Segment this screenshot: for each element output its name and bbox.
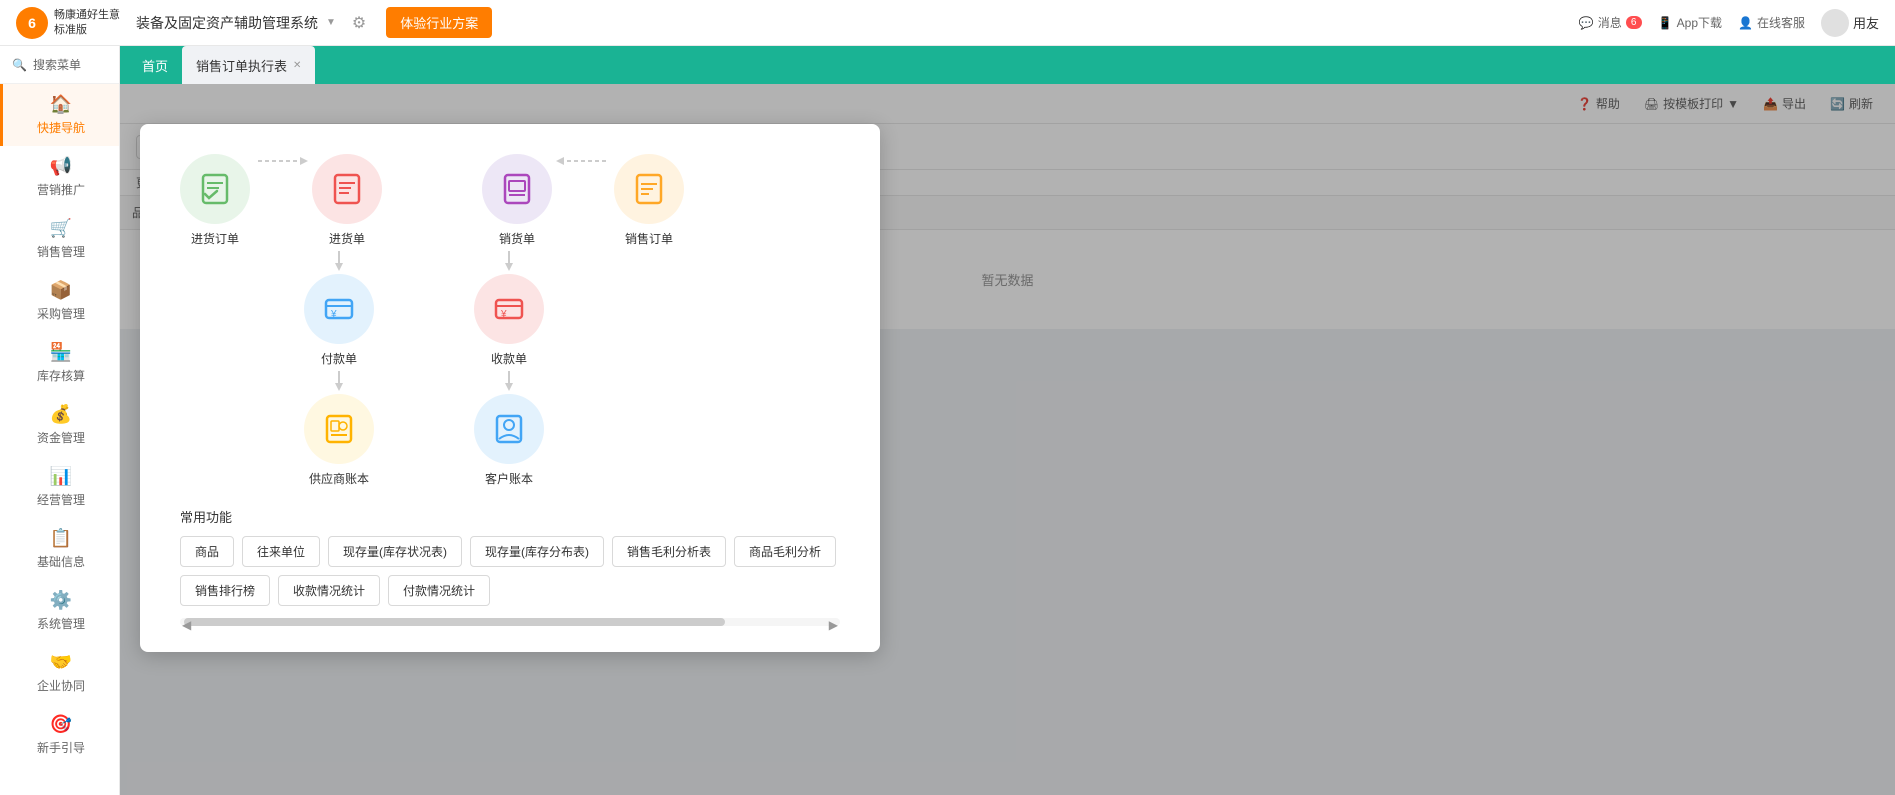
sidebar-item-inventory[interactable]: 🏪 库存核算 xyxy=(0,332,119,394)
inventory-icon: 🏪 xyxy=(50,342,72,363)
user-menu[interactable]: 用友 xyxy=(1821,9,1879,37)
sidebar-item-purchase[interactable]: 📦 采购管理 xyxy=(0,270,119,332)
dropdown-arrow-icon[interactable]: ▼ xyxy=(326,17,336,28)
sales-order-label: 销售订单 xyxy=(625,230,673,247)
sidebar-item-finance[interactable]: 💰 资金管理 xyxy=(0,394,119,456)
sidebar-item-basic-info[interactable]: 📋 基础信息 xyxy=(0,518,119,580)
messages-badge: 6 xyxy=(1626,16,1642,29)
func-btn-partners[interactable]: 往来单位 xyxy=(242,536,320,567)
phone-icon: 📱 xyxy=(1658,16,1673,30)
purchase-order-icon xyxy=(180,154,250,224)
marketing-icon: 📢 xyxy=(50,156,72,177)
scroll-left-icon[interactable]: ◀ xyxy=(182,618,191,632)
purchase-receipt-label: 进货单 xyxy=(329,230,365,247)
sidebar-item-quick-nav[interactable]: 🏠 快捷导航 xyxy=(0,84,119,146)
home-icon: 🏠 xyxy=(50,94,72,115)
system-icon: ⚙️ xyxy=(50,590,72,611)
sidebar-item-enterprise[interactable]: 🤝 企业协同 xyxy=(0,642,119,704)
common-functions: 常用功能 商品 往来单位 现存量(库存状况表) 现存量(库存分布表) 销售毛利分… xyxy=(180,507,840,606)
flow-node-receipt[interactable]: ¥ 收款单 xyxy=(474,274,544,367)
common-functions-title: 常用功能 xyxy=(180,507,840,526)
content-area: 首页 销售订单执行表 ✕ ❓ 帮助 🖨 按模板打印 ▼ xyxy=(120,46,1895,795)
operations-icon: 📊 xyxy=(50,466,72,487)
func-btn-sales-rank[interactable]: 销售排行榜 xyxy=(180,575,270,606)
modal-box: 进货订单 进货单 xyxy=(140,124,880,652)
func-btn-payment-stats[interactable]: 付款情况统计 xyxy=(388,575,490,606)
online-service-button[interactable]: 👤 在线客服 xyxy=(1738,14,1805,31)
sidebar-item-newbie[interactable]: 🎯 新手引导 xyxy=(0,704,119,766)
flow-node-purchase-order[interactable]: 进货订单 xyxy=(180,154,250,247)
flow-section: 进货订单 进货单 xyxy=(180,154,840,487)
newbie-icon: 🎯 xyxy=(50,714,72,735)
receipt-icon: ¥ xyxy=(474,274,544,344)
func-row-2: 销售排行榜 收款情况统计 付款情况统计 xyxy=(180,575,840,606)
receipt-label: 收款单 xyxy=(491,350,527,367)
payment-icon: ¥ xyxy=(304,274,374,344)
customer-ledger-label: 客户账本 xyxy=(485,470,533,487)
supplier-ledger-label: 供应商账本 xyxy=(309,470,369,487)
sidebar-item-marketing[interactable]: 📢 营销推广 xyxy=(0,146,119,208)
settings-icon[interactable]: ⚙ xyxy=(352,13,366,33)
message-icon: 💬 xyxy=(1579,16,1594,30)
func-btn-goods[interactable]: 商品 xyxy=(180,536,234,567)
system-title: 装备及固定资产辅助管理系统 xyxy=(136,13,318,33)
payment-label: 付款单 xyxy=(321,350,357,367)
svg-text:¥: ¥ xyxy=(500,309,507,320)
messages-button[interactable]: 💬 消息 6 xyxy=(1579,14,1642,31)
search-icon: 🔍 xyxy=(12,58,27,72)
avatar xyxy=(1821,9,1849,37)
user-name: 用友 xyxy=(1853,13,1879,32)
customer-ledger-icon xyxy=(474,394,544,464)
sales-icon: 🛒 xyxy=(50,218,72,239)
enterprise-icon: 🤝 xyxy=(50,652,72,673)
logo-text: 畅康通好生意 标准版 xyxy=(54,8,120,37)
func-btn-stock-status[interactable]: 现存量(库存状况表) xyxy=(328,536,462,567)
flow-node-purchase-receipt[interactable]: 进货单 xyxy=(312,154,382,247)
sidebar-item-system[interactable]: ⚙️ 系统管理 xyxy=(0,580,119,642)
svg-text:¥: ¥ xyxy=(330,309,337,320)
sidebar-item-operations[interactable]: 📊 经营管理 xyxy=(0,456,119,518)
sidebar: 🔍 搜索菜单 🏠 快捷导航 📢 营销推广 🛒 销售管理 📦 采购管理 🏪 库存核… xyxy=(0,46,120,795)
flow-node-customer-ledger[interactable]: 客户账本 xyxy=(474,394,544,487)
purchase-icon: 📦 xyxy=(50,280,72,301)
tab-close-icon[interactable]: ✕ xyxy=(293,60,301,71)
purchase-order-label: 进货订单 xyxy=(191,230,239,247)
main-layout: 🔍 搜索菜单 🏠 快捷导航 📢 营销推广 🛒 销售管理 📦 采购管理 🏪 库存核… xyxy=(0,46,1895,795)
finance-icon: 💰 xyxy=(50,404,72,425)
sales-order-icon xyxy=(614,154,684,224)
modal-overlay: 进货订单 进货单 xyxy=(120,84,1895,795)
basic-info-icon: 📋 xyxy=(50,528,72,549)
tab-bar: 首页 销售订单执行表 ✕ xyxy=(120,46,1895,84)
flow-node-payment[interactable]: ¥ 付款单 xyxy=(304,274,374,367)
tab-sales-order[interactable]: 销售订单执行表 ✕ xyxy=(182,46,315,84)
func-btn-sales-gross[interactable]: 销售毛利分析表 xyxy=(612,536,726,567)
service-icon: 👤 xyxy=(1738,16,1753,30)
func-btn-goods-gross[interactable]: 商品毛利分析 xyxy=(734,536,836,567)
flow-node-sales-receipt[interactable]: 销货单 xyxy=(482,154,552,247)
scroll-right-icon[interactable]: ▶ xyxy=(829,618,838,632)
flow-node-sales-order[interactable]: 销售订单 xyxy=(614,154,684,247)
tab-home[interactable]: 首页 xyxy=(128,46,182,84)
func-row-1: 商品 往来单位 现存量(库存状况表) 现存量(库存分布表) 销售毛利分析表 商品… xyxy=(180,536,840,567)
logo-icon: 6 xyxy=(16,7,48,39)
func-btn-stock-dist[interactable]: 现存量(库存分布表) xyxy=(470,536,604,567)
header-right: 💬 消息 6 📱 App下载 👤 在线客服 用友 xyxy=(1579,9,1879,37)
trial-button[interactable]: 体验行业方案 xyxy=(386,7,492,38)
modal-scrollbar-thumb xyxy=(184,618,725,626)
top-header: 6 畅康通好生意 标准版 装备及固定资产辅助管理系统 ▼ ⚙ 体验行业方案 💬 … xyxy=(0,0,1895,46)
supplier-ledger-icon xyxy=(304,394,374,464)
logo-area: 6 畅康通好生意 标准版 xyxy=(16,7,136,39)
sales-receipt-icon xyxy=(482,154,552,224)
purchase-receipt-icon xyxy=(312,154,382,224)
flow-node-supplier-ledger[interactable]: 供应商账本 xyxy=(304,394,374,487)
func-btn-receipt-stats[interactable]: 收款情况统计 xyxy=(278,575,380,606)
sales-receipt-label: 销货单 xyxy=(499,230,535,247)
search-menu[interactable]: 🔍 搜索菜单 xyxy=(0,46,119,84)
system-title-area: 装备及固定资产辅助管理系统 ▼ ⚙ 体验行业方案 xyxy=(136,7,1579,38)
page-content: ❓ 帮助 🖨 按模板打印 ▼ 📤 导出 🔄 刷新 xyxy=(120,84,1895,795)
sidebar-item-sales[interactable]: 🛒 销售管理 xyxy=(0,208,119,270)
app-download-button[interactable]: 📱 App下载 xyxy=(1658,14,1722,31)
